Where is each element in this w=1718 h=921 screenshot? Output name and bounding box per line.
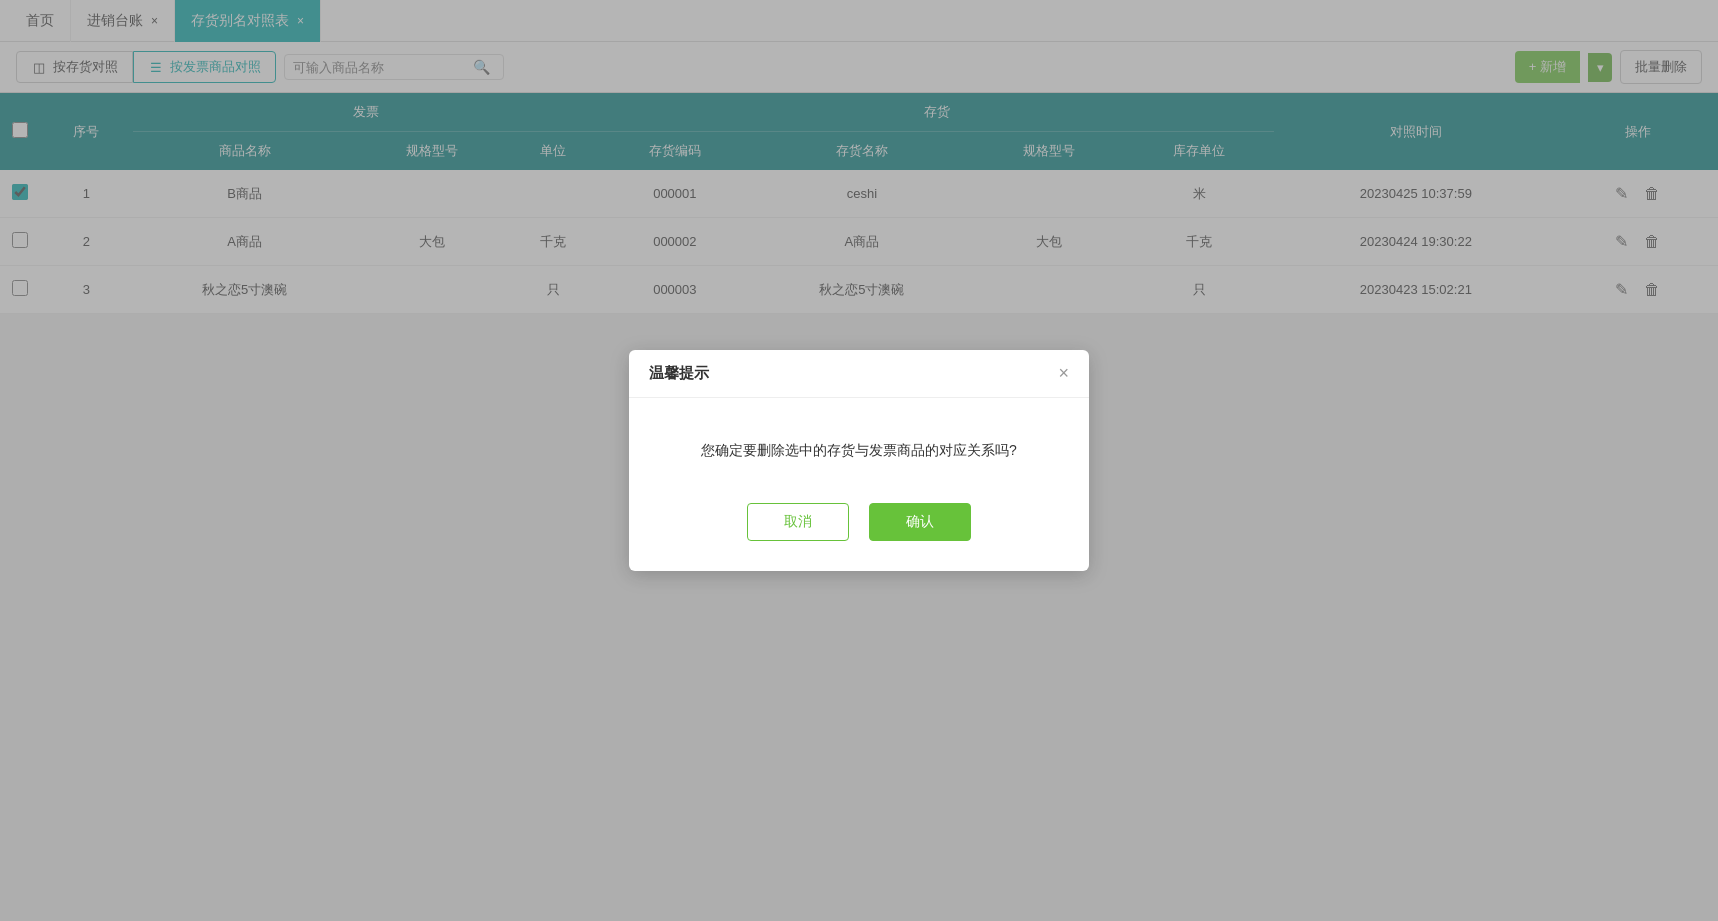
modal-overlay: 温馨提示 × 您确定要删除选中的存货与发票商品的对应关系吗? 取消 确认 xyxy=(0,0,1718,314)
